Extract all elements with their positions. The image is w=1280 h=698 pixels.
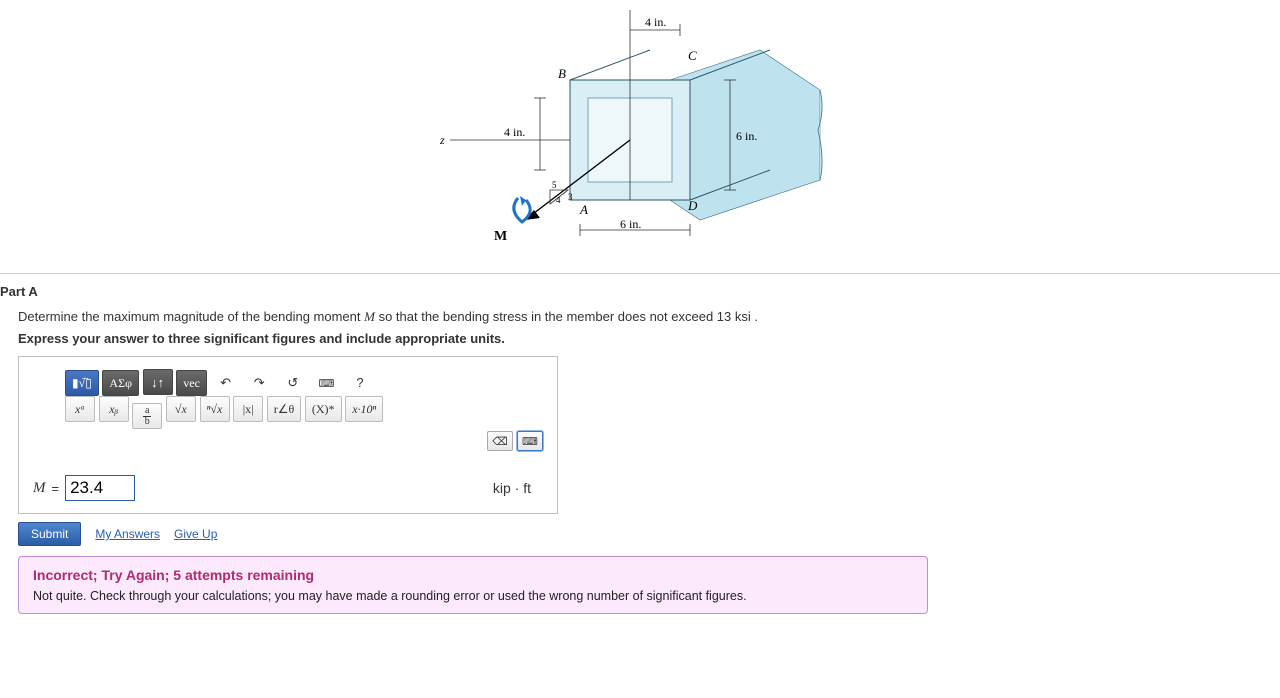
instruction: Express your answer to three significant… (18, 331, 1262, 346)
dim-right: 6 in. (736, 129, 757, 143)
dim-top: 4 in. (645, 15, 666, 29)
figure-svg: 4 in. C B z 4 in. 6 in. 6 in. A D 5 3 4 … (430, 0, 850, 260)
dim-bottom: 6 in. (620, 217, 641, 231)
prompt-var: M (364, 309, 375, 324)
tri-side: 3 (568, 192, 573, 202)
small-tools-row: ⌫ ⌨ (65, 429, 543, 459)
label-M: M (494, 229, 507, 244)
label-z: z (439, 133, 445, 147)
prompt-post: so that the bending stress in the member… (375, 309, 758, 324)
help-button[interactable]: ? (345, 369, 375, 395)
nroot-button[interactable]: ⁿ√x (200, 396, 230, 422)
redo-button[interactable]: ↷ (244, 370, 274, 396)
dim-left: 4 in. (504, 125, 525, 139)
equals-sign: = (52, 481, 60, 496)
figure-area: 4 in. C B z 4 in. 6 in. 6 in. A D 5 3 4 … (0, 0, 1280, 263)
conjugate-button[interactable]: (X)* (305, 396, 342, 422)
submit-button[interactable]: Submit (18, 522, 81, 546)
label-A: A (579, 202, 588, 217)
templates-button[interactable]: ▮√̅▯ (65, 370, 99, 396)
vec-button[interactable]: vec (176, 370, 207, 396)
toolbar-row-2: xᵃ xᵦ ab √x ⁿ√x |x| r∠θ (X)* x·10ⁿ (65, 396, 543, 429)
feedback-body: Not quite. Check through your calculatio… (33, 589, 913, 603)
part-title: Part A (0, 284, 1280, 299)
subscript-toggle-button[interactable]: ↓↑ (143, 369, 173, 395)
fraction-button[interactable]: ab (132, 403, 162, 429)
answer-unit: kip · ft (493, 480, 531, 496)
abs-button[interactable]: |x| (233, 396, 263, 422)
label-B: B (558, 66, 566, 81)
toolbar-row-1: ▮√̅▯ ΑΣφ ↓↑ vec ↶ ↷ ↺ ⌨ ? (65, 369, 543, 396)
sqrt-button[interactable]: √x (166, 396, 196, 422)
prompt-pre: Determine the maximum magnitude of the b… (18, 309, 364, 324)
feedback-box: Incorrect; Try Again; 5 attempts remaini… (18, 556, 928, 614)
answer-var: M (33, 480, 46, 497)
answer-box: ▮√̅▯ ΑΣφ ↓↑ vec ↶ ↷ ↺ ⌨ ? xᵃ xᵦ ab (18, 356, 558, 514)
my-answers-link[interactable]: My Answers (95, 527, 160, 541)
superscript-button[interactable]: xᵃ (65, 396, 95, 422)
keyboard-button[interactable]: ⌨ (311, 370, 341, 396)
answer-line: M = kip · ft (19, 467, 557, 513)
tri-den: 4 (556, 195, 561, 205)
backspace-button[interactable]: ⌫ (487, 431, 513, 451)
answer-input[interactable] (65, 475, 135, 501)
polar-button[interactable]: r∠θ (267, 396, 302, 422)
keyboard-toggle-button[interactable]: ⌨ (517, 431, 543, 451)
label-D: D (687, 198, 698, 213)
tri-num: 5 (552, 180, 557, 190)
actions-row: Submit My Answers Give Up (18, 522, 1262, 546)
feedback-title: Incorrect; Try Again; 5 attempts remaini… (33, 567, 913, 583)
greek-button[interactable]: ΑΣφ (102, 370, 139, 396)
label-C: C (688, 48, 697, 63)
prompt: Determine the maximum magnitude of the b… (18, 309, 1262, 325)
reset-button[interactable]: ↺ (278, 370, 308, 396)
subscript-button[interactable]: xᵦ (99, 396, 129, 422)
give-up-link[interactable]: Give Up (174, 527, 217, 541)
scinotation-button[interactable]: x·10ⁿ (345, 396, 383, 422)
undo-button[interactable]: ↶ (211, 370, 241, 396)
